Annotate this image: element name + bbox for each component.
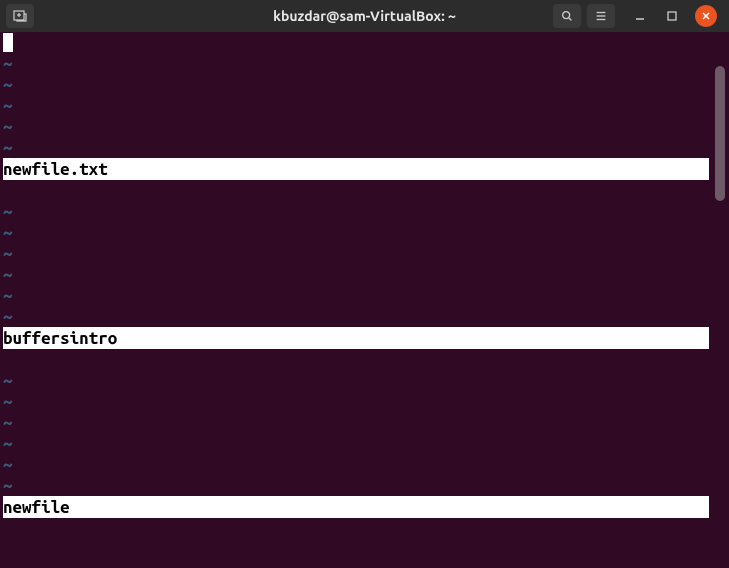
tilde-line: ~ xyxy=(3,285,729,306)
tilde-line: ~ xyxy=(3,391,729,412)
tilde-line: ~ xyxy=(3,433,729,454)
tilde-line: ~ xyxy=(3,95,729,116)
tab-icon xyxy=(12,8,28,24)
cursor-line xyxy=(3,32,729,53)
scrollbar[interactable] xyxy=(715,66,725,201)
maximize-icon xyxy=(666,10,678,22)
tilde-line: ~ xyxy=(3,53,729,74)
hamburger-icon xyxy=(594,9,608,23)
tilde-line: ~ xyxy=(3,412,729,433)
close-button[interactable] xyxy=(695,5,717,27)
window-title: kbuzdar@sam-VirtualBox: ~ xyxy=(273,8,456,24)
tilde-line: ~ xyxy=(3,475,729,496)
filename-bar-1: newfile.txt xyxy=(3,158,709,180)
tilde-line: ~ xyxy=(3,370,729,391)
tilde-line: ~ xyxy=(3,137,729,158)
titlebar: kbuzdar@sam-VirtualBox: ~ xyxy=(0,0,729,32)
filename-bar-3: newfile xyxy=(3,496,709,518)
search-button[interactable] xyxy=(553,4,581,28)
terminal-area[interactable]: ~ ~ ~ ~ ~ newfile.txt ~ ~ ~ ~ ~ ~ buffer… xyxy=(0,32,729,568)
tilde-line: ~ xyxy=(3,222,729,243)
search-icon xyxy=(560,9,574,23)
tilde-line: ~ xyxy=(3,74,729,95)
tilde-line: ~ xyxy=(3,454,729,475)
tilde-line: ~ xyxy=(3,201,729,222)
cursor-block xyxy=(3,33,13,52)
tilde-line: ~ xyxy=(3,264,729,285)
new-tab-button[interactable] xyxy=(6,4,34,28)
tilde-line: ~ xyxy=(3,116,729,137)
maximize-button[interactable] xyxy=(663,7,681,25)
menu-button[interactable] xyxy=(587,4,615,28)
minimize-button[interactable] xyxy=(631,7,649,25)
tilde-line: ~ xyxy=(3,243,729,264)
close-icon xyxy=(701,11,711,21)
titlebar-controls xyxy=(553,4,725,28)
minimize-icon xyxy=(634,10,646,22)
blank-line xyxy=(3,349,729,370)
blank-line xyxy=(3,180,729,201)
window-controls xyxy=(631,5,717,27)
tilde-line: ~ xyxy=(3,306,729,327)
filename-bar-2: buffersintro xyxy=(3,327,709,349)
